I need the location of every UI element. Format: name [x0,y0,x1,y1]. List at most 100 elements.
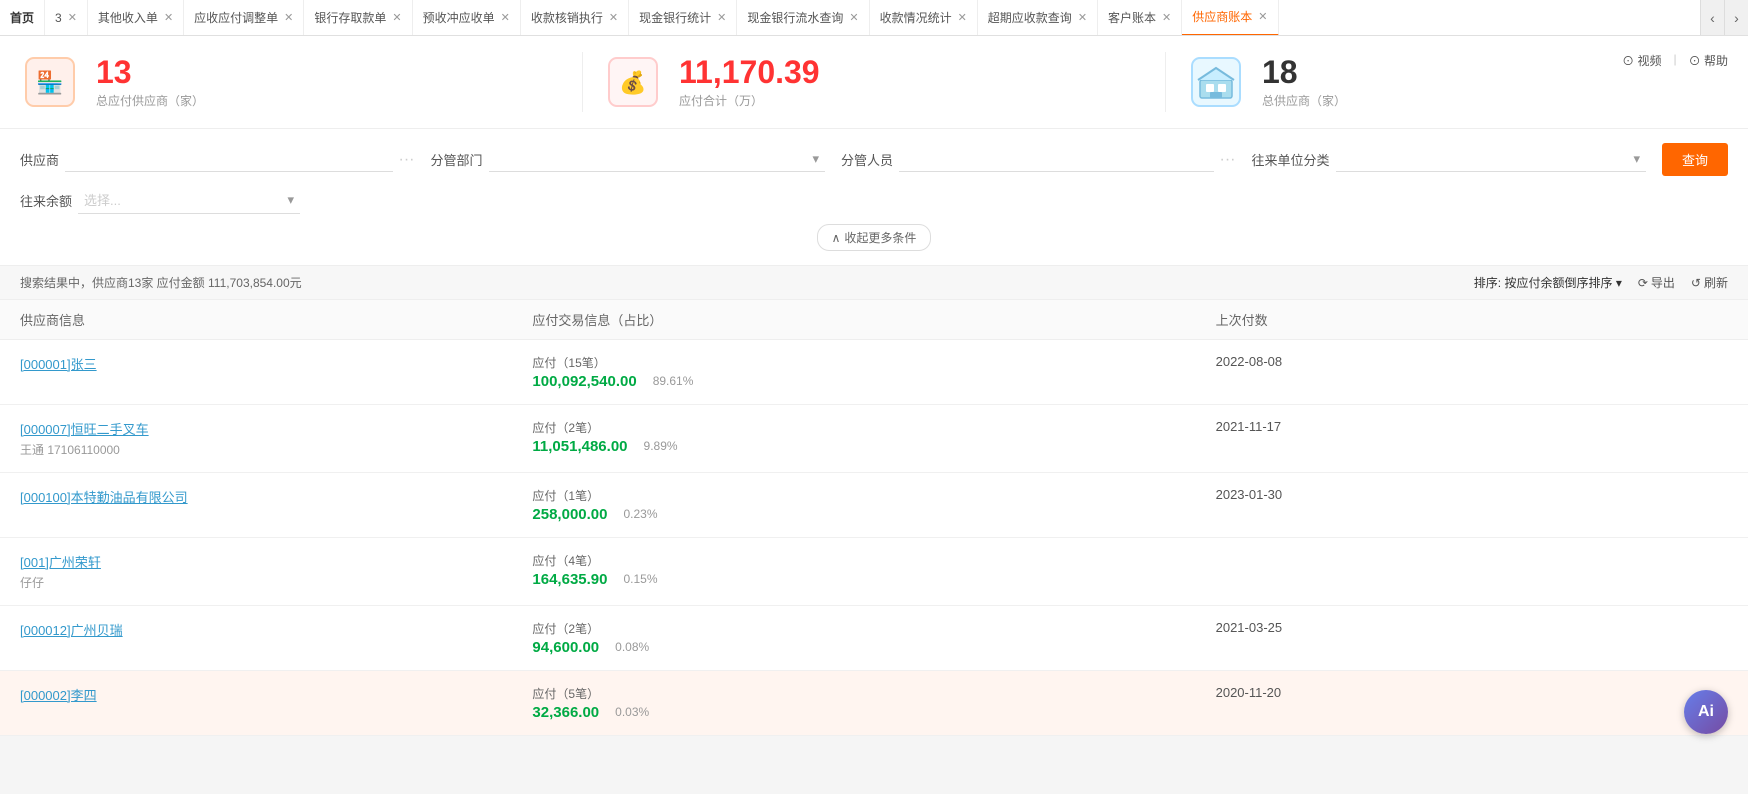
nav-tab-overdue-close[interactable]: ✕ [1078,11,1087,24]
supplier-link-2[interactable]: [000100]本特勤油品有限公司 [20,487,532,506]
trans-amount-2[interactable]: 258,000.00 [532,506,607,523]
trans-count-2: 应付（1笔） [532,487,1215,504]
total-supplier-icon [1186,52,1246,112]
nav-right-arrow[interactable]: › [1724,0,1748,36]
transaction-info-5: 应付（5笔） 32,366.00 0.03% [532,685,1215,721]
supplier-link-4[interactable]: [000012]广州贝瑞 [20,620,532,639]
category-dropdown-icon: ▾ [1633,151,1640,167]
query-button[interactable]: 查询 [1662,143,1728,176]
supplier-link-5[interactable]: [000002]李四 [20,685,532,704]
top-navigation: 首页 3 ✕ 其他收入单 ✕ 应收应付调整单 ✕ 银行存取款单 ✕ 预收冲应收单… [0,0,1748,36]
table-row: [000100]本特勤油品有限公司 应付（1笔） 258,000.00 0.23… [0,473,1748,538]
lastpay-5: 2020-11-20 [1216,685,1728,700]
supplier-link-1[interactable]: [000007]恒旺二手叉车 [20,419,532,438]
top-right-links: ⊙ 视频 | ⊙ 帮助 [1622,52,1728,69]
nav-tab-3-close[interactable]: ✕ [68,11,77,24]
nav-left-arrow[interactable]: ‹ [1700,0,1724,36]
supplier-dots[interactable]: ··· [399,151,415,169]
supplier-label: 供应商 [20,150,59,169]
nav-tab-prepay[interactable]: 预收冲应收单 ✕ [413,0,521,36]
balance-select[interactable]: 选择... ▾ [78,186,300,214]
lastpay-date-2: 2023-01-30 [1216,487,1283,502]
collapse-area: ∧ 收起更多条件 [20,224,1728,251]
nav-tab-receipt-verify-label: 收款核销执行 [531,9,603,26]
results-summary: 搜索结果中，供应商13家 应付金额 111,703,854.00元 [20,274,302,291]
trans-amount-5[interactable]: 32,366.00 [532,704,599,721]
nav-tab-ar-ap-close[interactable]: ✕ [284,11,293,24]
nav-tab-receipt-verify-close[interactable]: ✕ [609,11,618,24]
supplier-input[interactable] [65,148,393,172]
summary-divider-2 [1165,52,1166,112]
nav-tab-supplier-ledger[interactable]: 供应商账本 ✕ [1182,0,1278,36]
nav-tab-prepay-label: 预收冲应收单 [423,9,495,26]
total-supplier-content: 18 总供应商（家） [1262,56,1346,109]
payable-supplier-content: 13 总应付供应商（家） [96,56,204,109]
filter-area: 供应商 ··· 分管部门 ▾ 分管人员 ··· 往来单位分类 ▾ 查询 [0,129,1748,266]
ai-float-button[interactable]: Ai [1684,690,1728,734]
transaction-info-1: 应付（2笔） 11,051,486.00 9.89% [532,419,1215,455]
filter-row-2: 往来余额 选择... ▾ [20,186,300,214]
person-input[interactable] [899,148,1214,172]
supplier-link-3[interactable]: [001]广州荣轩 [20,552,532,571]
lastpay-2: 2023-01-30 [1216,487,1728,502]
nav-tab-customer-ledger-close[interactable]: ✕ [1162,11,1171,24]
lastpay-0: 2022-08-08 [1216,354,1728,369]
lastpay-date-0: 2022-08-08 [1216,354,1283,369]
person-dots[interactable]: ··· [1220,151,1236,169]
nav-tab-receipt-stat-close[interactable]: ✕ [958,11,967,24]
nav-tab-cash-stat-close[interactable]: ✕ [717,11,726,24]
payable-total-icon: 💰 [603,52,663,112]
nav-tab-ar-ap[interactable]: 应收应付调整单 ✕ [184,0,304,36]
video-link[interactable]: ⊙ 视频 [1622,52,1661,69]
nav-tab-cash-flow-label: 现金银行流水查询 [747,9,843,26]
supplier-info-3: [001]广州荣轩 仔仔 [20,552,532,591]
trans-amount-row-4: 94,600.00 0.08% [532,637,1215,656]
trans-amount-1[interactable]: 11,051,486.00 [532,438,627,455]
trans-percent-1: 9.89% [644,439,678,455]
nav-tab-cash-stat[interactable]: 现金银行统计 ✕ [629,0,737,36]
supplier-link-0[interactable]: [000001]张三 [20,354,532,373]
nav-tab-receipt-verify[interactable]: 收款核销执行 ✕ [521,0,629,36]
nav-tab-bank[interactable]: 银行存取款单 ✕ [304,0,412,36]
category-select[interactable]: ▾ [1336,147,1646,172]
trans-amount-4[interactable]: 94,600.00 [532,639,599,656]
collapse-button[interactable]: ∧ 收起更多条件 [817,224,932,251]
col-header-transaction: 应付交易信息（占比） [532,310,1215,329]
summary-area: 🏪 13 总应付供应商（家） 💰 11,170.39 应付合计（万） [0,36,1748,129]
supplier-sub-3: 仔仔 [20,574,532,591]
trans-amount-0[interactable]: 100,092,540.00 [532,373,636,390]
trans-count-3: 应付（4笔） [532,552,1215,569]
nav-tab-home[interactable]: 首页 [0,0,45,36]
balance-value: 选择... [84,190,121,209]
nav-tab-other-income[interactable]: 其他收入单 ✕ [88,0,184,36]
nav-tab-ar-ap-label: 应收应付调整单 [194,9,278,26]
svg-text:🏪: 🏪 [36,70,63,95]
nav-tab-3[interactable]: 3 ✕ [45,0,88,36]
nav-tab-overdue[interactable]: 超期应收款查询 ✕ [978,0,1098,36]
lastpay-date-4: 2021-03-25 [1216,620,1283,635]
trans-percent-3: 0.15% [623,572,657,588]
refresh-link[interactable]: ↺ 刷新 [1691,274,1728,291]
trans-amount-row-3: 164,635.90 0.15% [532,569,1215,588]
nav-tab-customer-ledger[interactable]: 客户账本 ✕ [1098,0,1182,36]
supplier-info-0: [000001]张三 [20,354,532,373]
collapse-icon: ∧ [832,231,841,245]
nav-tab-cash-flow[interactable]: 现金银行流水查询 ✕ [737,0,869,36]
nav-tab-cash-flow-close[interactable]: ✕ [849,11,858,24]
filter-supplier: 供应商 ··· [20,148,415,172]
table-row: [000002]李四 应付（5笔） 32,366.00 0.03% 2020-1… [0,671,1748,736]
nav-tab-other-income-close[interactable]: ✕ [164,11,173,24]
nav-tab-prepay-close[interactable]: ✕ [501,11,510,24]
nav-tab-overdue-label: 超期应收款查询 [988,9,1072,26]
trans-amount-row-1: 11,051,486.00 9.89% [532,436,1215,455]
export-link[interactable]: ⟳ 导出 [1638,274,1675,291]
sort-label[interactable]: 排序: 按应付余额倒序排序 ▾ [1474,274,1622,291]
dept-select[interactable]: ▾ [489,147,825,172]
help-link[interactable]: ⊙ 帮助 [1689,52,1728,69]
trans-amount-3[interactable]: 164,635.90 [532,571,607,588]
filter-person: 分管人员 ··· [841,148,1236,172]
link-separator: | [1674,52,1677,69]
nav-tab-supplier-ledger-close[interactable]: ✕ [1258,10,1267,23]
nav-tab-receipt-stat[interactable]: 收款情况统计 ✕ [870,0,978,36]
nav-tab-bank-close[interactable]: ✕ [392,11,401,24]
